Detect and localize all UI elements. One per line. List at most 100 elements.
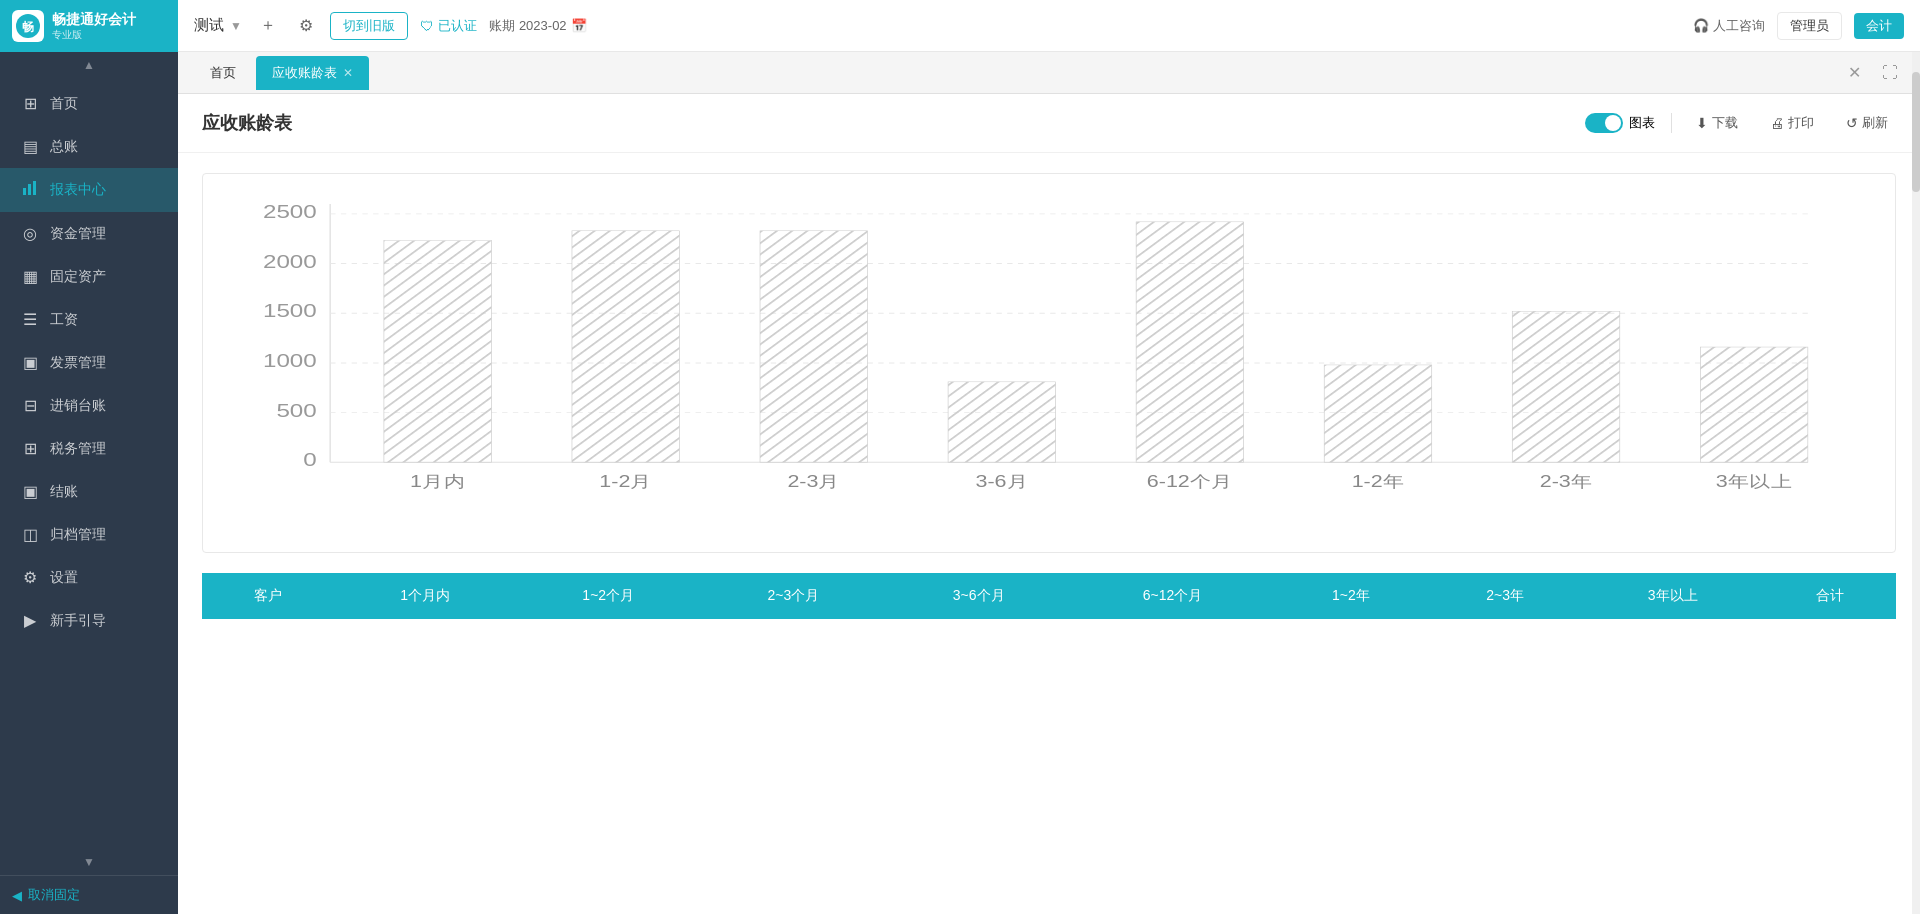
guide-icon: ▶: [20, 611, 40, 630]
print-icon: 🖨: [1770, 115, 1784, 131]
sidebar-item-reports-label: 报表中心: [50, 181, 106, 199]
tab-close-icon[interactable]: ✕: [343, 66, 353, 80]
workspace-chevron-icon: ▼: [230, 19, 242, 33]
expand-panel-button[interactable]: ⛶: [1876, 59, 1904, 87]
download-button[interactable]: ⬇ 下载: [1688, 110, 1746, 136]
chart-toggle[interactable]: 图表: [1585, 113, 1655, 133]
download-label: 下载: [1712, 114, 1738, 132]
sidebar-item-invoice-label: 发票管理: [50, 354, 106, 372]
app-logo-icon: 畅: [12, 10, 44, 42]
switch-version-button[interactable]: 切到旧版: [330, 12, 408, 40]
reports-icon: [20, 180, 40, 200]
scroll-down-area: ▼: [0, 849, 178, 875]
accountant-button[interactable]: 会计: [1854, 13, 1904, 39]
bar-1-2-month: [572, 231, 679, 463]
sidebar-item-settings[interactable]: ⚙ 设置: [0, 556, 178, 599]
refresh-button[interactable]: ↺ 刷新: [1838, 110, 1896, 136]
manager-button[interactable]: 管理员: [1777, 12, 1842, 40]
sidebar-item-reports[interactable]: 报表中心: [0, 168, 178, 212]
bar-chart: 0 500 1000 1500 2000 2500: [263, 194, 1875, 512]
col-customer: 客户: [202, 573, 335, 619]
workspace-name: 测试: [194, 16, 224, 35]
invoice-icon: ▣: [20, 353, 40, 372]
svg-text:1-2年: 1-2年: [1352, 473, 1405, 491]
tab-home[interactable]: 首页: [194, 56, 252, 90]
cancel-pin-button[interactable]: ◀ 取消固定: [0, 875, 178, 914]
close-panel-button[interactable]: ✕: [1840, 59, 1868, 87]
tab-ar-aging[interactable]: 应收账龄表 ✕: [256, 56, 369, 90]
toggle-thumb: [1605, 115, 1621, 131]
bar-2-3-month: [760, 231, 867, 463]
header-right: 🎧 人工咨询 管理员 会计: [1693, 12, 1904, 40]
archive-icon: ◫: [20, 525, 40, 544]
certified-badge: 🛡 已认证: [420, 17, 477, 35]
sidebar-item-close[interactable]: ▣ 结账: [0, 470, 178, 513]
col-total: 合计: [1763, 573, 1896, 619]
col-1-2year: 1~2年: [1274, 573, 1428, 619]
payroll-icon: ☰: [20, 310, 40, 329]
certified-label: 已认证: [438, 17, 477, 35]
sidebar-item-ledger-label: 总账: [50, 138, 78, 156]
account-period: 账期 2023-02 📅: [489, 17, 587, 35]
scroll-down-icon[interactable]: ▼: [83, 853, 95, 871]
scrollbar-thumb[interactable]: [1912, 72, 1920, 192]
sidebar-item-archive[interactable]: ◫ 归档管理: [0, 513, 178, 556]
tab-ar-aging-label: 应收账龄表: [272, 64, 337, 82]
sidebar-item-guide[interactable]: ▶ 新手引导: [0, 599, 178, 642]
sidebar-item-ledger[interactable]: ▤ 总账: [0, 125, 178, 168]
page-container: 应收账龄表 图表 ⬇ 下载 🖨 打印: [178, 94, 1920, 914]
svg-text:1000: 1000: [263, 351, 317, 371]
support-button[interactable]: 🎧 人工咨询: [1693, 17, 1765, 35]
sidebar-nav: ⊞ 首页 ▤ 总账 报表中心 ◎ 资金管理 ▦ 固定资产 ☰: [0, 78, 178, 849]
chart-container: 0 500 1000 1500 2000 2500: [202, 173, 1896, 553]
page-title: 应收账龄表: [202, 111, 292, 135]
svg-text:1月内: 1月内: [410, 473, 465, 491]
toggle-track[interactable]: [1585, 113, 1623, 133]
sidebar-item-assets[interactable]: ▦ 固定资产: [0, 255, 178, 298]
bar-1-month: [384, 241, 491, 463]
cancel-pin-label: 取消固定: [28, 886, 80, 904]
page-header: 应收账龄表 图表 ⬇ 下载 🖨 打印: [178, 94, 1920, 153]
sidebar-item-payroll[interactable]: ☰ 工资: [0, 298, 178, 341]
sidebar-item-close-label: 结账: [50, 483, 78, 501]
print-button[interactable]: 🖨 打印: [1762, 110, 1822, 136]
sidebar-item-guide-label: 新手引导: [50, 612, 106, 630]
table-header: 客户 1个月内 1~2个月 2~3个月 3~6个月 6~12个月 1~2年 2~…: [202, 573, 1896, 619]
sidebar-item-sales-label: 进销台账: [50, 397, 106, 415]
add-button[interactable]: ＋: [254, 12, 282, 40]
sidebar-item-funds[interactable]: ◎ 资金管理: [0, 212, 178, 255]
print-label: 打印: [1788, 114, 1814, 132]
table-section: 客户 1个月内 1~2个月 2~3个月 3~6个月 6~12个月 1~2年 2~…: [202, 573, 1896, 619]
col-1month: 1个月内: [335, 573, 516, 619]
sidebar-item-archive-label: 归档管理: [50, 526, 106, 544]
home-icon: ⊞: [20, 94, 40, 113]
header-actions: ＋ ⚙ 切到旧版: [254, 12, 408, 40]
svg-text:2500: 2500: [263, 202, 317, 222]
svg-text:2000: 2000: [263, 252, 317, 272]
sidebar-item-home-label: 首页: [50, 95, 78, 113]
col-2-3month: 2~3个月: [701, 573, 886, 619]
period-value: 2023-02: [519, 18, 567, 33]
pin-icon: ◀: [12, 888, 22, 903]
sidebar-item-sales[interactable]: ⊟ 进销台账: [0, 384, 178, 427]
tab-home-label: 首页: [210, 64, 236, 82]
sidebar-item-tax[interactable]: ⊞ 税务管理: [0, 427, 178, 470]
scroll-up-icon[interactable]: ▲: [83, 56, 95, 74]
top-header: 测试 ▼ ＋ ⚙ 切到旧版 🛡 已认证 账期 2023-02 📅 🎧 人工咨询 …: [178, 0, 1920, 52]
sidebar-item-invoice[interactable]: ▣ 发票管理: [0, 341, 178, 384]
bar-3-6-month: [948, 382, 1055, 462]
assets-icon: ▦: [20, 267, 40, 286]
sidebar-item-home[interactable]: ⊞ 首页: [0, 82, 178, 125]
tab-bar: 首页 应收账龄表 ✕ ✕ ⛶: [178, 52, 1920, 94]
header-row: 客户 1个月内 1~2个月 2~3个月 3~6个月 6~12个月 1~2年 2~…: [202, 573, 1896, 619]
svg-text:畅: 畅: [22, 20, 34, 34]
workspace-selector[interactable]: 测试 ▼: [194, 16, 242, 35]
svg-text:2-3年: 2-3年: [1540, 473, 1593, 491]
col-6-12month: 6~12个月: [1071, 573, 1273, 619]
vertical-scrollbar[interactable]: [1912, 52, 1920, 914]
calendar-icon: 📅: [571, 18, 587, 33]
col-1-2month: 1~2个月: [516, 573, 701, 619]
ledger-icon: ▤: [20, 137, 40, 156]
svg-text:500: 500: [276, 401, 316, 421]
settings-button[interactable]: ⚙: [292, 12, 320, 40]
